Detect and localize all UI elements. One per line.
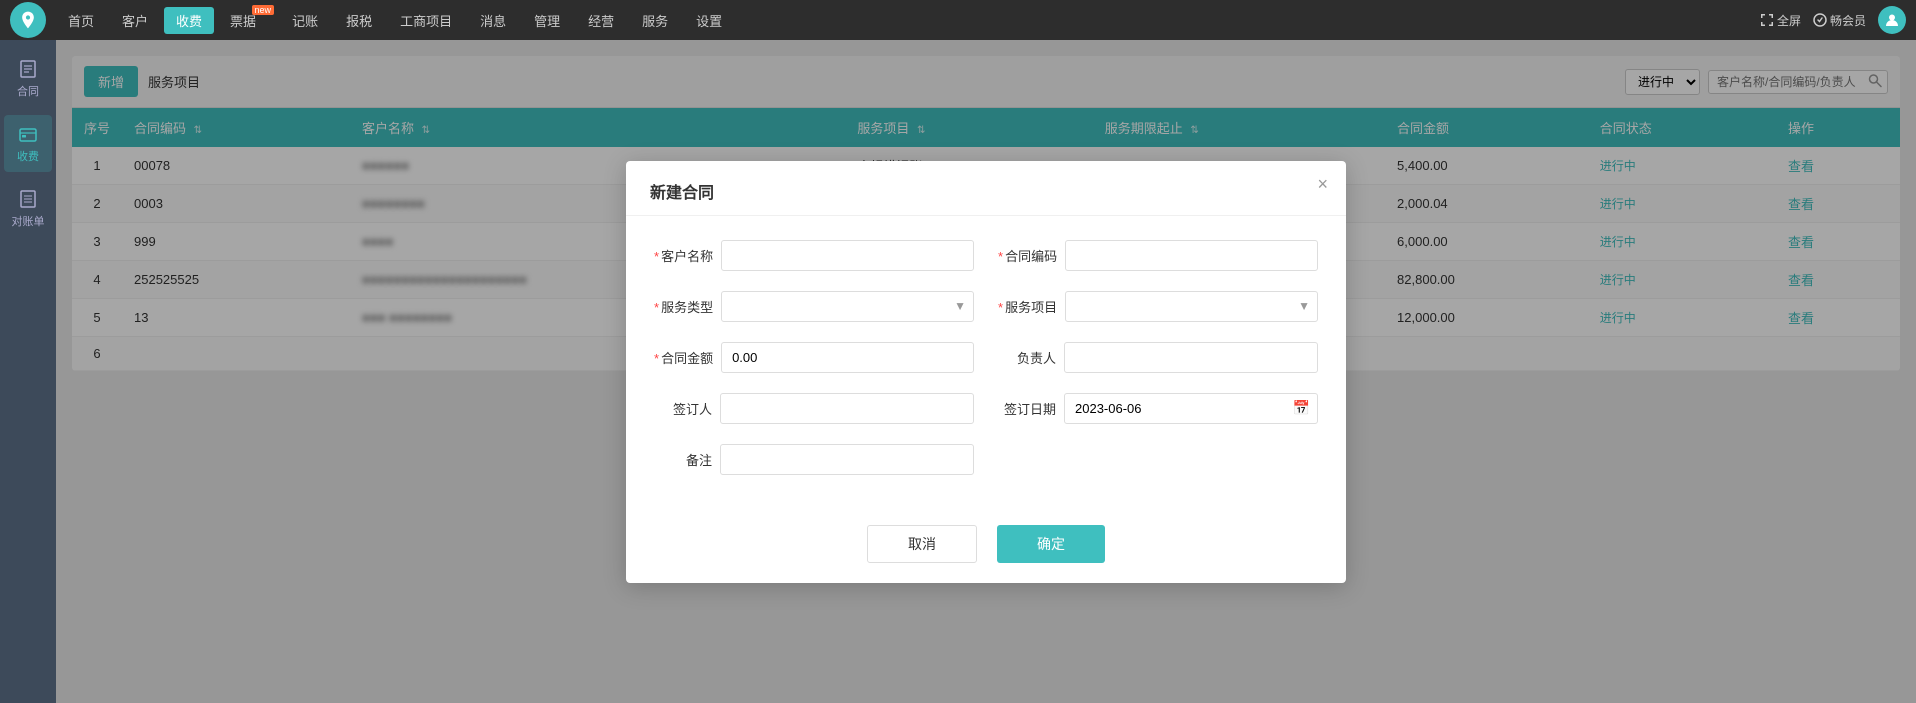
sidebar: 合同 收费 对账单 (0, 40, 56, 703)
required-star-amount: * (654, 351, 659, 366)
modal-footer: 取消 确定 (626, 511, 1346, 583)
nav-items: 首页 客户 收费 票据 new 记账 报税 工商项目 消息 管理 经营 服务 设… (56, 7, 1760, 34)
sign-date-input[interactable] (1064, 393, 1318, 424)
service-type-label: *服务类型 (654, 297, 713, 316)
form-field-remark: 备注 (654, 444, 974, 475)
service-type-select-wrap: ▼ (721, 291, 974, 322)
top-nav: 首页 客户 收费 票据 new 记账 报税 工商项目 消息 管理 经营 服务 设… (0, 0, 1916, 40)
nav-bizproject[interactable]: 工商项目 (388, 7, 464, 34)
service-item-select[interactable] (1065, 291, 1318, 322)
nav-settings[interactable]: 设置 (684, 7, 734, 34)
form-row-5: 备注 (654, 444, 1318, 475)
nav-message[interactable]: 消息 (468, 7, 518, 34)
responsible-label: 负责人 (998, 348, 1056, 367)
signer-label: 签订人 (654, 399, 712, 418)
signer-input[interactable] (720, 393, 974, 424)
confirm-button[interactable]: 确定 (997, 525, 1105, 563)
form-field-service-type: *服务类型 ▼ (654, 291, 974, 322)
required-star-code: * (998, 249, 1003, 264)
form-field-responsible: 负责人 (998, 342, 1318, 373)
nav-invoice[interactable]: 票据 new (218, 7, 276, 34)
modal-overlay[interactable]: 新建合同 × *客户名称 *合同编码 (56, 40, 1916, 703)
new-badge: new (252, 5, 275, 15)
customer-input[interactable] (721, 240, 974, 271)
required-star-service-item: * (998, 300, 1003, 315)
amount-label: *合同金额 (654, 348, 713, 367)
responsible-input[interactable] (1064, 342, 1318, 373)
form-field-service-item: *服务项目 ▼ (998, 291, 1318, 322)
member-btn[interactable]: 畅会员 (1813, 12, 1866, 29)
sidebar-item-fee[interactable]: 收费 (4, 115, 52, 172)
required-star-service-type: * (654, 300, 659, 315)
remark-input[interactable] (720, 444, 974, 475)
form-row-2: *服务类型 ▼ *服务项目 (654, 291, 1318, 322)
service-item-select-wrap: ▼ (1065, 291, 1318, 322)
nav-service[interactable]: 服务 (630, 7, 680, 34)
form-row-3: *合同金额 负责人 (654, 342, 1318, 373)
fee-icon (17, 123, 39, 145)
form-field-customer: *客户名称 (654, 240, 974, 271)
sign-date-label: 签订日期 (998, 399, 1056, 418)
service-type-select[interactable] (721, 291, 974, 322)
content-area: 新增 服务项目 进行中 已完成 已终止 (56, 40, 1916, 703)
form-field-sign-date: 签订日期 📅 (998, 393, 1318, 424)
form-field-signer: 签订人 (654, 393, 974, 424)
form-row-1: *客户名称 *合同编码 (654, 240, 1318, 271)
nav-manage[interactable]: 管理 (522, 7, 572, 34)
sidebar-item-statement[interactable]: 对账单 (4, 180, 52, 237)
nav-bookkeeping[interactable]: 记账 (280, 7, 330, 34)
amount-input[interactable] (721, 342, 974, 373)
nav-tax[interactable]: 报税 (334, 7, 384, 34)
form-field-contract-code: *合同编码 (998, 240, 1318, 271)
nav-fee[interactable]: 收费 (164, 7, 214, 34)
app-logo[interactable] (10, 2, 46, 38)
nav-customer[interactable]: 客户 (110, 7, 160, 34)
contract-code-input[interactable] (1065, 240, 1318, 271)
modal-close-button[interactable]: × (1317, 175, 1328, 193)
contract-icon (17, 58, 39, 80)
form-row-4: 签订人 签订日期 📅 (654, 393, 1318, 424)
calendar-icon[interactable]: 📅 (1293, 400, 1310, 417)
customer-label: *客户名称 (654, 246, 713, 265)
modal-header: 新建合同 (626, 161, 1346, 216)
new-contract-modal: 新建合同 × *客户名称 *合同编码 (626, 161, 1346, 583)
modal-body: *客户名称 *合同编码 (626, 216, 1346, 511)
sidebar-item-contract[interactable]: 合同 (4, 50, 52, 107)
statement-icon (17, 188, 39, 210)
nav-home[interactable]: 首页 (56, 7, 106, 34)
nav-operation[interactable]: 经营 (576, 7, 626, 34)
main-layout: 合同 收费 对账单 (0, 40, 1916, 703)
sign-date-wrap: 📅 (1064, 393, 1318, 424)
required-star-customer: * (654, 249, 659, 264)
service-item-label: *服务项目 (998, 297, 1057, 316)
cancel-button[interactable]: 取消 (867, 525, 977, 563)
user-avatar[interactable] (1878, 6, 1906, 34)
remark-label: 备注 (654, 450, 712, 469)
form-field-amount: *合同金额 (654, 342, 974, 373)
fullscreen-btn[interactable]: 全屏 (1760, 12, 1801, 29)
nav-right: 全屏 畅会员 (1760, 6, 1906, 34)
contract-code-label: *合同编码 (998, 246, 1057, 265)
